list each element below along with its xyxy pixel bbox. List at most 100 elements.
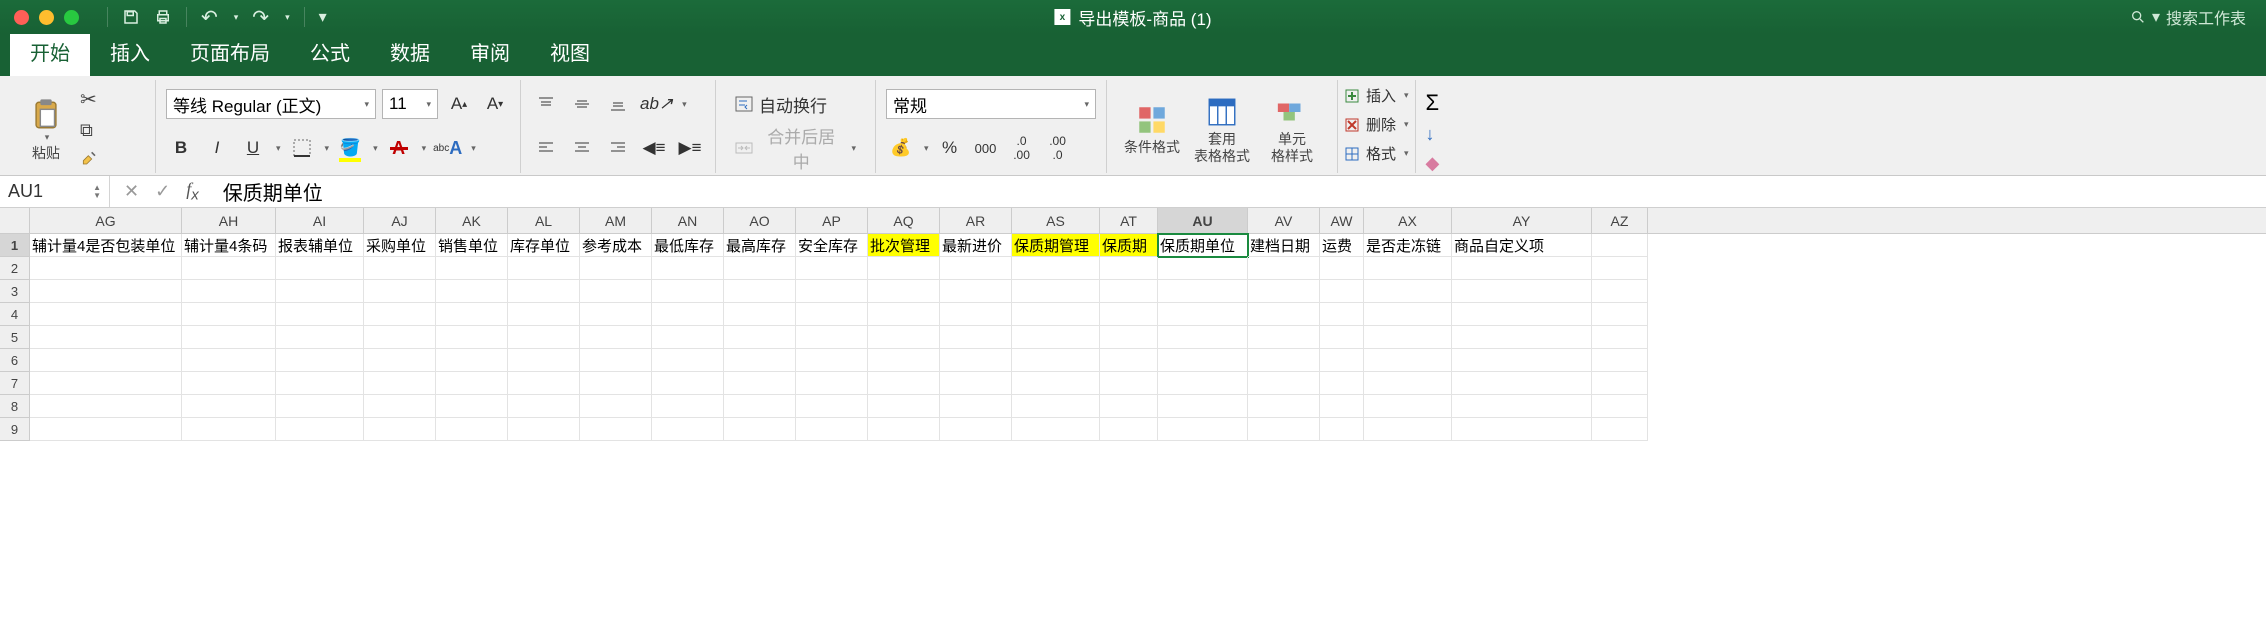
cancel-formula-icon[interactable]: ✕ (124, 181, 139, 202)
cell-AP2[interactable] (796, 257, 868, 280)
cell-AR3[interactable] (940, 280, 1012, 303)
column-header-AJ[interactable]: AJ (364, 208, 436, 233)
cell-AZ3[interactable] (1592, 280, 1648, 303)
cell-AX3[interactable] (1364, 280, 1452, 303)
cell-AZ1[interactable] (1592, 234, 1648, 257)
cell-AH4[interactable] (182, 303, 276, 326)
cell-AZ5[interactable] (1592, 326, 1648, 349)
cell-AR7[interactable] (940, 372, 1012, 395)
column-header-AO[interactable]: AO (724, 208, 796, 233)
select-all-corner[interactable] (0, 208, 30, 233)
cell-AT9[interactable] (1100, 418, 1158, 441)
tab-page-layout[interactable]: 页面布局 (170, 29, 290, 76)
column-header-AG[interactable]: AG (30, 208, 182, 233)
align-center-button[interactable] (567, 133, 597, 163)
cell-AV8[interactable] (1248, 395, 1320, 418)
cell-AI2[interactable] (276, 257, 364, 280)
cell-AN6[interactable] (652, 349, 724, 372)
column-header-AT[interactable]: AT (1100, 208, 1158, 233)
cell-AY5[interactable] (1452, 326, 1592, 349)
cell-AP9[interactable] (796, 418, 868, 441)
column-header-AH[interactable]: AH (182, 208, 276, 233)
cell-AJ2[interactable] (364, 257, 436, 280)
tab-home[interactable]: 开始 (10, 29, 90, 76)
cell-AH5[interactable] (182, 326, 276, 349)
cell-AQ5[interactable] (868, 326, 940, 349)
cell-AK9[interactable] (436, 418, 508, 441)
redo-icon[interactable]: ↷ (252, 5, 269, 30)
column-header-AX[interactable]: AX (1364, 208, 1452, 233)
cell-AQ1[interactable]: 批次管理 (868, 234, 940, 257)
cell-AS9[interactable] (1012, 418, 1100, 441)
cell-AH9[interactable] (182, 418, 276, 441)
cell-AJ7[interactable] (364, 372, 436, 395)
cell-AP6[interactable] (796, 349, 868, 372)
fill-icon[interactable]: ↓ (1426, 124, 1440, 145)
cell-AV5[interactable] (1248, 326, 1320, 349)
row-header-4[interactable]: 4 (0, 303, 30, 326)
cell-AG2[interactable] (30, 257, 182, 280)
cell-AU9[interactable] (1158, 418, 1248, 441)
cell-AJ5[interactable] (364, 326, 436, 349)
cell-AY9[interactable] (1452, 418, 1592, 441)
cell-AH7[interactable] (182, 372, 276, 395)
cell-AN5[interactable] (652, 326, 724, 349)
cell-AQ7[interactable] (868, 372, 940, 395)
cell-AL8[interactable] (508, 395, 580, 418)
currency-button[interactable]: 💰 (886, 133, 916, 163)
cell-AT8[interactable] (1100, 395, 1158, 418)
undo-icon[interactable]: ↶ (201, 5, 218, 30)
cell-AK7[interactable] (436, 372, 508, 395)
tab-formulas[interactable]: 公式 (290, 29, 370, 76)
paste-button[interactable]: ▾ 粘贴 (16, 82, 76, 173)
cell-AQ2[interactable] (868, 257, 940, 280)
cell-AM6[interactable] (580, 349, 652, 372)
column-header-AK[interactable]: AK (436, 208, 508, 233)
cell-AU5[interactable] (1158, 326, 1248, 349)
insert-cells-button[interactable]: 插入▾ (1344, 84, 1409, 107)
cell-AW7[interactable] (1320, 372, 1364, 395)
cell-AR4[interactable] (940, 303, 1012, 326)
cell-AU8[interactable] (1158, 395, 1248, 418)
cell-AW3[interactable] (1320, 280, 1364, 303)
cell-AS6[interactable] (1012, 349, 1100, 372)
cell-AN7[interactable] (652, 372, 724, 395)
cell-AK2[interactable] (436, 257, 508, 280)
cell-AW2[interactable] (1320, 257, 1364, 280)
number-format-selector[interactable]: 常规▾ (886, 89, 1096, 119)
format-painter-icon[interactable] (80, 149, 100, 169)
cell-AV4[interactable] (1248, 303, 1320, 326)
cell-AM3[interactable] (580, 280, 652, 303)
cell-AX6[interactable] (1364, 349, 1452, 372)
cell-AO7[interactable] (724, 372, 796, 395)
cell-AT7[interactable] (1100, 372, 1158, 395)
cell-AK5[interactable] (436, 326, 508, 349)
column-header-AR[interactable]: AR (940, 208, 1012, 233)
cell-AN9[interactable] (652, 418, 724, 441)
cell-AP7[interactable] (796, 372, 868, 395)
cell-AO8[interactable] (724, 395, 796, 418)
cell-AO2[interactable] (724, 257, 796, 280)
fx-icon[interactable]: fx (186, 179, 199, 204)
tab-review[interactable]: 审阅 (450, 29, 530, 76)
cell-AR8[interactable] (940, 395, 1012, 418)
cell-AK1[interactable]: 销售单位 (436, 234, 508, 257)
cell-AV2[interactable] (1248, 257, 1320, 280)
cell-AL6[interactable] (508, 349, 580, 372)
cell-AN4[interactable] (652, 303, 724, 326)
cell-AS8[interactable] (1012, 395, 1100, 418)
cell-AR1[interactable]: 最新进价 (940, 234, 1012, 257)
cell-AY3[interactable] (1452, 280, 1592, 303)
font-selector[interactable]: 等线 Regular (正文)▾ (166, 89, 376, 119)
border-button[interactable] (287, 133, 317, 163)
font-size-selector[interactable]: 11▾ (382, 89, 438, 119)
increase-font-button[interactable]: A▴ (444, 89, 474, 119)
align-middle-button[interactable] (567, 89, 597, 119)
bold-button[interactable]: B (166, 133, 196, 163)
cell-AO9[interactable] (724, 418, 796, 441)
cell-AK3[interactable] (436, 280, 508, 303)
cell-AX1[interactable]: 是否走冻链 (1364, 234, 1452, 257)
merge-center-button[interactable]: 合并后居中▾ (726, 133, 865, 163)
cell-AZ7[interactable] (1592, 372, 1648, 395)
minimize-window-icon[interactable] (39, 10, 54, 25)
